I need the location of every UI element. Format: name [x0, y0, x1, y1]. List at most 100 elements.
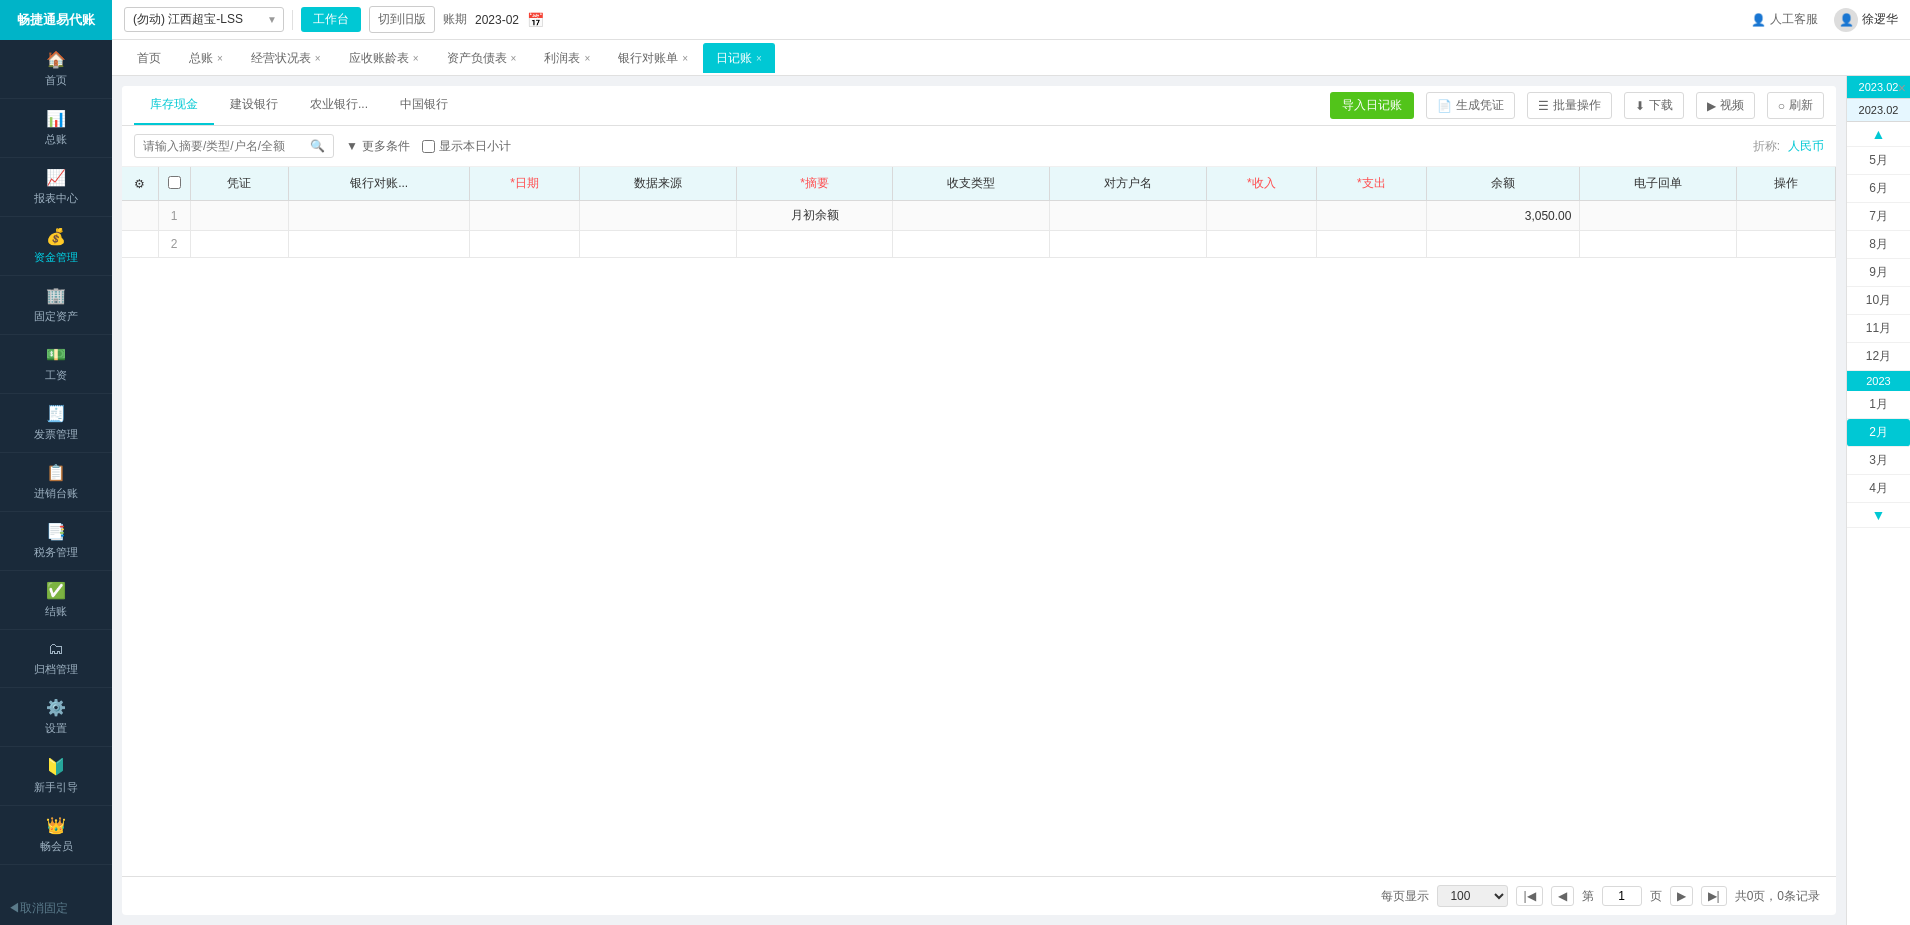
company-selector[interactable]: (勿动) 江西超宝-LSS ▼ — [124, 7, 284, 32]
tab-receivable-close[interactable]: × — [413, 53, 419, 64]
row-data-source — [580, 201, 737, 231]
more-filter-button[interactable]: ▼ 更多条件 — [346, 138, 410, 155]
ledger-icon: 📊 — [46, 109, 66, 128]
sidebar-item-label: 首页 — [45, 73, 67, 88]
sidebar-item-label: 总账 — [45, 132, 67, 147]
tab-ledger-close[interactable]: × — [217, 53, 223, 64]
page-number-input[interactable] — [1602, 886, 1642, 906]
sidebar-item-inventory[interactable]: 📋 进销台账 — [0, 453, 112, 512]
tab-journal[interactable]: 日记账 × — [703, 43, 775, 73]
customer-service[interactable]: 👤 人工客服 — [1751, 11, 1818, 28]
sidebar-item-salary[interactable]: 💵 工资 — [0, 335, 112, 394]
bank-tab-cash-label: 库存现金 — [150, 97, 198, 111]
date-month-3[interactable]: 3月 — [1847, 447, 1910, 475]
date-month-2-active[interactable]: 2月 — [1847, 419, 1910, 447]
old-version-button[interactable]: 切到旧版 — [369, 6, 435, 33]
tab-receivable[interactable]: 应收账龄表 × — [336, 43, 432, 73]
last-page-button[interactable]: ▶| — [1701, 886, 1727, 906]
sidebar-item-label: 发票管理 — [34, 427, 78, 442]
search-icon[interactable]: 🔍 — [310, 139, 325, 153]
close-date-panel-button[interactable]: × — [1898, 80, 1906, 96]
tab-balance-sheet-close[interactable]: × — [511, 53, 517, 64]
settings-icon: ⚙️ — [46, 698, 66, 717]
sidebar-toggle[interactable]: ◀取消固定 — [0, 892, 112, 925]
tab-bank-statement-close[interactable]: × — [682, 53, 688, 64]
sidebar-item-finance[interactable]: 💰 资金管理 — [0, 217, 112, 276]
th-income: *收入 — [1206, 167, 1316, 201]
member-icon: 👑 — [46, 816, 66, 835]
page-size-select[interactable]: 100 — [1437, 885, 1508, 907]
row-data-source — [580, 231, 737, 258]
download-button[interactable]: ⬇ 下载 — [1624, 92, 1684, 119]
date-month-11[interactable]: 11月 — [1847, 315, 1910, 343]
tab-operation-label: 经营状况表 — [251, 50, 311, 67]
search-input[interactable] — [143, 139, 304, 153]
tab-bank-statement[interactable]: 银行对账单 × — [605, 43, 701, 73]
date-month-7[interactable]: 7月 — [1847, 203, 1910, 231]
tab-operation-close[interactable]: × — [315, 53, 321, 64]
date-month-10[interactable]: 10月 — [1847, 287, 1910, 315]
tab-ledger[interactable]: 总账 × — [176, 43, 236, 73]
app-logo: 畅捷通易代账 — [0, 0, 112, 40]
sidebar-item-reports[interactable]: 📈 报表中心 — [0, 158, 112, 217]
tab-journal-close[interactable]: × — [756, 53, 762, 64]
salary-icon: 💵 — [46, 345, 66, 364]
sidebar-item-ledger[interactable]: 📊 总账 — [0, 99, 112, 158]
content: 库存现金 建设银行 农业银行... 中国银行 导入日记账 📄 — [112, 76, 1846, 925]
table-row: 2 — [122, 231, 1836, 258]
select-all-checkbox[interactable] — [168, 176, 181, 189]
prev-page-button[interactable]: ◀ — [1551, 886, 1574, 906]
refresh-label: 刷新 — [1789, 97, 1813, 114]
page-unit: 页 — [1650, 888, 1662, 905]
bank-tab-agriculture[interactable]: 农业银行... — [294, 86, 384, 125]
daily-subtotal-input[interactable] — [422, 140, 435, 153]
tab-balance-sheet[interactable]: 资产负债表 × — [434, 43, 530, 73]
bank-tab-construction[interactable]: 建设银行 — [214, 86, 294, 125]
import-journal-button[interactable]: 导入日记账 — [1330, 92, 1414, 119]
user-info[interactable]: 👤 徐逻华 — [1834, 8, 1898, 32]
sidebar-item-label: 工资 — [45, 368, 67, 383]
date-month-4[interactable]: 4月 — [1847, 475, 1910, 503]
bank-tab-cash[interactable]: 库存现金 — [134, 86, 214, 125]
sidebar-item-home[interactable]: 🏠 首页 — [0, 40, 112, 99]
refresh-button[interactable]: ○ 刷新 — [1767, 92, 1824, 119]
sidebar-item-assets[interactable]: 🏢 固定资产 — [0, 276, 112, 335]
tab-home[interactable]: 首页 — [124, 43, 174, 73]
close-books-icon: ✅ — [46, 581, 66, 600]
sidebar-item-invoice[interactable]: 🧾 发票管理 — [0, 394, 112, 453]
generate-voucher-button[interactable]: 📄 生成凭证 — [1426, 92, 1515, 119]
first-page-button[interactable]: |◀ — [1516, 886, 1542, 906]
sidebar-item-archive[interactable]: 🗂 归档管理 — [0, 630, 112, 688]
row-bank-match — [289, 201, 470, 231]
reports-icon: 📈 — [46, 168, 66, 187]
bank-tab-china[interactable]: 中国银行 — [384, 86, 464, 125]
tab-profit-close[interactable]: × — [584, 53, 590, 64]
th-voucher: 凭证 — [190, 167, 289, 201]
tab-profit[interactable]: 利润表 × — [531, 43, 603, 73]
next-page-button[interactable]: ▶ — [1670, 886, 1693, 906]
date-month-8[interactable]: 8月 — [1847, 231, 1910, 259]
divider — [292, 10, 293, 30]
date-month-9[interactable]: 9月 — [1847, 259, 1910, 287]
sidebar-item-settings[interactable]: ⚙️ 设置 — [0, 688, 112, 747]
tab-operation[interactable]: 经营状况表 × — [238, 43, 334, 73]
workspace-button[interactable]: 工作台 — [301, 7, 361, 32]
date-month-6[interactable]: 6月 — [1847, 175, 1910, 203]
batch-operation-button[interactable]: ☰ 批量操作 — [1527, 92, 1612, 119]
date-panel-down-arrow[interactable]: ▼ — [1847, 503, 1910, 528]
sidebar-item-close[interactable]: ✅ 结账 — [0, 571, 112, 630]
video-button[interactable]: ▶ 视频 — [1696, 92, 1755, 119]
sidebar-item-tax[interactable]: 📑 税务管理 — [0, 512, 112, 571]
date-month-12[interactable]: 12月 — [1847, 343, 1910, 371]
calendar-icon[interactable]: 📅 — [527, 12, 544, 28]
sidebar-item-guide[interactable]: 🔰 新手引导 — [0, 747, 112, 806]
date-month-5[interactable]: 5月 — [1847, 147, 1910, 175]
date-panel-up-arrow[interactable]: ▲ — [1847, 122, 1910, 147]
table-container: ⚙ 凭证 银行对账... *日期 数据来源 *摘要 收支类型 — [122, 167, 1836, 876]
currency-value[interactable]: 人民币 — [1788, 138, 1824, 155]
sidebar-item-member[interactable]: 👑 畅会员 — [0, 806, 112, 865]
date-month-1[interactable]: 1月 — [1847, 391, 1910, 419]
daily-subtotal-checkbox[interactable]: 显示本日小计 — [422, 138, 511, 155]
column-settings-icon[interactable]: ⚙ — [134, 177, 145, 191]
date-panel-header2[interactable]: 2023.02 — [1847, 99, 1910, 122]
